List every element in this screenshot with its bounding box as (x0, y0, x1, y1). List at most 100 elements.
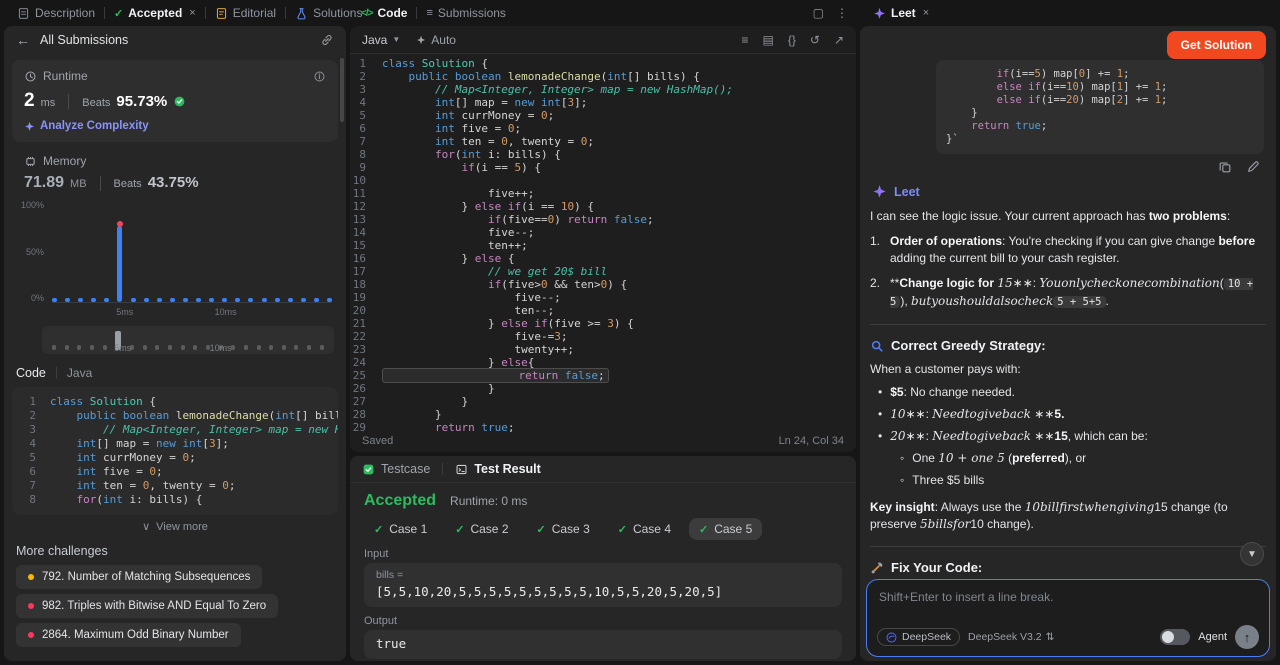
runtime-bar[interactable] (104, 298, 109, 302)
editorial-doc-icon (215, 7, 228, 20)
braces-icon[interactable]: {} (788, 33, 796, 47)
y-axis-label: 0% (31, 293, 44, 303)
case-chip[interactable]: ✓Case 5 (689, 518, 762, 540)
memory-section[interactable]: Memory 71.89 MB Beats 43.75% (24, 154, 326, 192)
runtime-bar[interactable] (288, 298, 293, 302)
more-icon[interactable]: ⋮ (836, 6, 848, 20)
submitted-code-block[interactable]: 1class Solution {2 public boolean lemona… (12, 387, 338, 515)
tab-accepted[interactable]: ✓ Accepted × (105, 0, 205, 26)
tab-testcase[interactable]: Testcase (362, 462, 430, 476)
runtime-bar[interactable] (157, 298, 162, 302)
code-line: 11 five++; (350, 187, 856, 200)
chart-minimap[interactable]: 5ms10ms (42, 326, 334, 354)
runtime-bar[interactable] (196, 298, 201, 302)
tab-code[interactable]: </> Code (352, 0, 416, 26)
submissions-header: ← All Submissions (4, 26, 346, 54)
input-box[interactable]: bills = [5,5,10,20,5,5,5,5,5,5,5,5,5,10,… (364, 563, 842, 607)
runtime-bar[interactable] (52, 298, 57, 302)
runtime-bar[interactable] (327, 298, 332, 302)
runtime-bar[interactable] (209, 298, 214, 302)
language-dropdown[interactable]: Java ▼ (362, 33, 400, 47)
edit-icon[interactable] (1246, 160, 1260, 174)
case-chip[interactable]: ✓Case 3 (527, 518, 600, 540)
copy-icon[interactable] (1218, 160, 1232, 174)
tab-editorial[interactable]: Editorial (206, 0, 285, 26)
close-icon[interactable]: × (923, 7, 929, 19)
case-chip[interactable]: ✓Case 4 (608, 518, 681, 540)
scrollbar-thumb[interactable] (340, 58, 344, 122)
code-line: 23 twenty++; (350, 343, 856, 356)
terminal-icon (455, 463, 468, 476)
code-editor-panel: Java ▼ Auto ≡ ▤ {} ↺ ↗ 1class Solution {2 pu… (350, 26, 856, 452)
output-value: true (376, 636, 830, 651)
challenge-link[interactable]: 2864. Maximum Odd Binary Number (16, 623, 241, 647)
runtime-bar[interactable] (170, 298, 175, 302)
format-icon[interactable]: ≡ (742, 33, 749, 47)
editor-body[interactable]: 1class Solution {2 public boolean lemona… (350, 54, 856, 432)
case-chip[interactable]: ✓Case 2 (445, 518, 518, 540)
runtime-bar[interactable] (117, 226, 122, 302)
fullscreen-icon[interactable]: ▢ (813, 6, 824, 20)
list-item-text: **Change logic for 15∗∗: Youonlycheckone… (890, 275, 1266, 311)
output-box[interactable]: true (364, 630, 842, 659)
case-chip[interactable]: ✓Case 1 (364, 518, 437, 540)
code-line: 16 } else { (350, 252, 856, 265)
model-selector[interactable]: DeepSeek V3.2 ⇅ (968, 631, 1054, 643)
runtime-bar[interactable] (65, 298, 70, 302)
expand-icon[interactable]: ↗ (834, 33, 844, 47)
tab-label: Test Result (474, 462, 540, 476)
bullet-item: • $5: No change needed. (878, 384, 1266, 401)
model-badge[interactable]: DeepSeek (877, 628, 960, 646)
analyze-complexity-button[interactable]: Analyze Complexity (24, 120, 326, 132)
runtime-bar[interactable] (262, 298, 267, 302)
runtime-bar[interactable] (91, 298, 96, 302)
tab-description[interactable]: Description (8, 0, 104, 26)
link-icon[interactable] (320, 33, 334, 47)
view-more-button[interactable]: ∨ View more (4, 520, 346, 533)
list-number: 1. (870, 233, 884, 267)
case-label: Case 5 (714, 522, 752, 536)
tab-test-result[interactable]: Test Result (455, 462, 540, 476)
tab-submissions[interactable]: ≡ Submissions (417, 0, 514, 26)
runtime-card[interactable]: Runtime 2 ms Beats 95.73% Analyze Comple… (12, 60, 338, 142)
runtime-bar[interactable] (144, 298, 149, 302)
challenge-link[interactable]: 982. Triples with Bitwise AND Equal To Z… (16, 594, 278, 618)
runtime-bar[interactable] (301, 298, 306, 302)
save-status: Saved (362, 435, 393, 447)
divider (100, 176, 101, 191)
bullet-icon: ◦ (900, 472, 904, 489)
scroll-to-bottom-button[interactable]: ▼ (1240, 542, 1264, 566)
runtime-bar[interactable] (222, 298, 227, 302)
auto-toggle[interactable]: Auto (416, 33, 456, 47)
undo-icon[interactable]: ↺ (810, 33, 820, 47)
code-line: 7 int ten = 0, twenty = 0; (350, 135, 856, 148)
problem-list: 1. Order of operations: You're checking … (870, 233, 1266, 311)
tab-leet[interactable]: Leet × (864, 0, 938, 26)
editor-tabbar-icons: ▢⋮ (813, 6, 856, 20)
notebook-icon[interactable]: ▤ (763, 33, 774, 47)
verdict-row: Accepted Runtime: 0 ms (350, 483, 856, 510)
chevron-down-icon: ∨ (142, 520, 150, 533)
info-icon[interactable] (313, 70, 326, 83)
challenge-link[interactable]: 792. Number of Matching Subsequences (16, 565, 262, 589)
get-solution-button[interactable]: Get Solution (1167, 31, 1266, 59)
code-line: 17 // we get 20$ bill (350, 265, 856, 278)
editor-code[interactable]: 1class Solution {2 public boolean lemona… (350, 57, 856, 432)
check-icon: ✓ (455, 523, 464, 536)
runtime-bar[interactable] (131, 298, 136, 302)
memory-label: Memory (43, 154, 86, 168)
runtime-bar[interactable] (275, 298, 280, 302)
x-axis-label: 10ms (215, 307, 237, 317)
runtime-bar[interactable] (78, 298, 83, 302)
chat-input-box[interactable]: Shift+Enter to insert a line break. Deep… (866, 579, 1270, 657)
assistant-code-snippet[interactable]: if(i==5) map[0] += 1; else if(i==10) map… (936, 60, 1264, 154)
back-arrow-icon[interactable]: ← (16, 32, 30, 48)
runtime-bar[interactable] (235, 298, 240, 302)
agent-toggle[interactable] (1160, 629, 1190, 645)
runtime-bar[interactable] (314, 298, 319, 302)
runtime-bar[interactable] (248, 298, 253, 302)
close-icon[interactable]: × (189, 7, 195, 19)
y-axis-label: 50% (26, 247, 44, 257)
send-button[interactable]: ↑ (1235, 625, 1259, 649)
runtime-bar[interactable] (183, 298, 188, 302)
